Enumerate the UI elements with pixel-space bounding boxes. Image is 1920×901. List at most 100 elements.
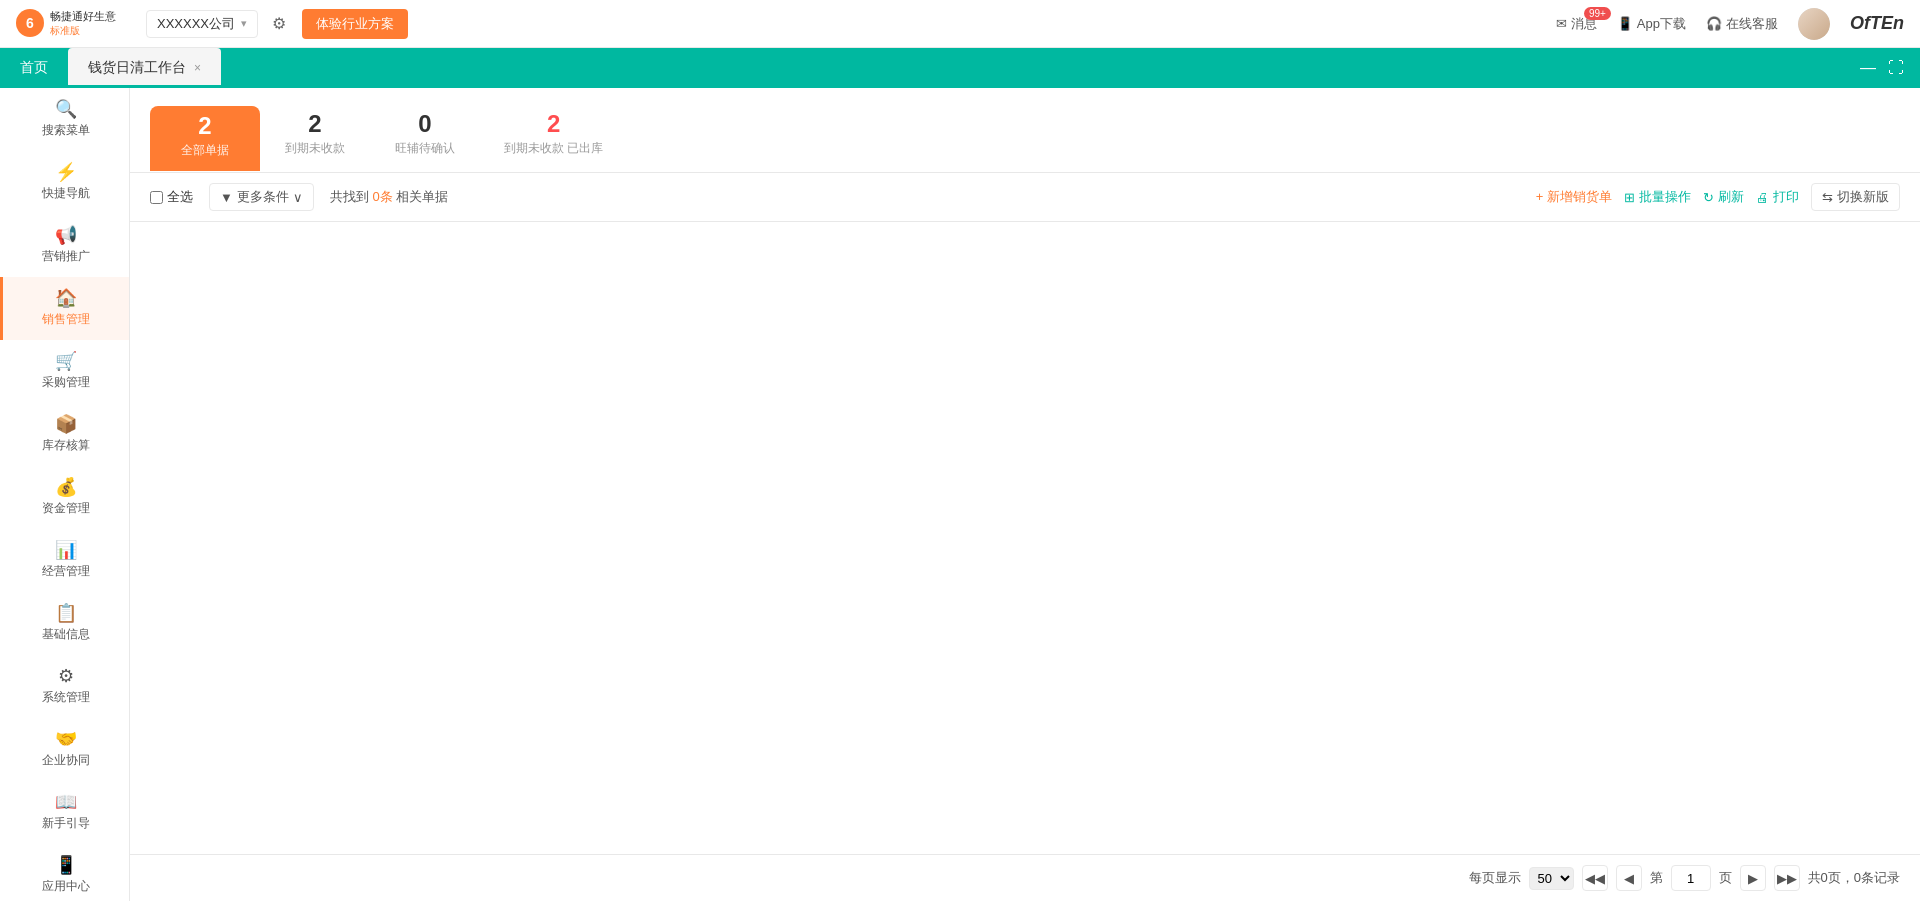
company-selector[interactable]: XXXXXX公司 ▾ [146,10,258,38]
quicknav-icon: ⚡ [55,163,77,181]
batch-operation-button[interactable]: ⊞ 批量操作 [1624,188,1691,206]
sidebar-item-basicinfo[interactable]: 📋 基础信息 [0,592,129,655]
stat-tab-overdue[interactable]: 2 到期未收款 [260,104,370,172]
trial-button[interactable]: 体验行业方案 [302,9,408,39]
per-page-select[interactable]: 50 [1529,867,1574,890]
page-suffix: 页 [1719,869,1732,887]
add-order-button[interactable]: + 新增销货单 [1536,188,1612,206]
maximize-btn[interactable]: ⛶ [1888,59,1904,77]
company-name: XXXXXX公司 [157,15,235,33]
online-service-btn[interactable]: 🎧 在线客服 [1706,15,1778,33]
sidebar-search-label: 搜索菜单 [42,122,90,139]
sidebar-quicknav-label: 快捷导航 [42,185,90,202]
sidebar-item-operations[interactable]: 📊 经营管理 [0,529,129,592]
sidebar-item-appstore[interactable]: 📱 应用中心 [0,844,129,901]
found-prefix: 共找到 [330,189,369,204]
tab-progress [68,85,221,88]
avatar[interactable] [1798,8,1830,40]
purchase-icon: 🛒 [55,352,77,370]
switch-icon: ⇆ [1822,190,1833,205]
sidebar-item-guide[interactable]: 📖 新手引导 [0,781,129,844]
sidebar: 🔍 搜索菜单 ⚡ 快捷导航 📢 营销推广 🏠 销售管理 🛒 采购管理 📦 库存核… [0,88,130,901]
system-icon: ⚙ [58,667,74,685]
message-badge: 99+ [1584,7,1611,20]
stat-all-number: 2 [198,114,211,138]
active-tab[interactable]: 钱货日清工作台 × [68,48,221,88]
stat-wangpu-number: 0 [418,112,431,136]
found-text: 共找到 0条 相关单据 [330,188,448,206]
table-area [130,222,1920,854]
select-all-label: 全选 [167,188,193,206]
refresh-button[interactable]: ↻ 刷新 [1703,188,1744,206]
top-header: 6 畅捷通好生意 标准版 XXXXXX公司 ▾ ⚙ 体验行业方案 ✉ 消息 99… [0,0,1920,48]
sidebar-item-sales[interactable]: 🏠 销售管理 [0,277,129,340]
message-btn[interactable]: ✉ 消息 99+ [1556,15,1597,33]
sidebar-finance-label: 资金管理 [42,500,90,517]
toolbar: 全选 ▼ 更多条件 ∨ 共找到 0条 相关单据 + 新增销货单 ⊞ 批量操作 [130,173,1920,222]
select-all-input[interactable] [150,191,163,204]
last-page-btn[interactable]: ▶▶ [1774,865,1800,891]
sidebar-sales-label: 销售管理 [42,311,90,328]
marketing-icon: 📢 [55,226,77,244]
next-page-btn[interactable]: ▶ [1740,865,1766,891]
prev-page-btn[interactable]: ◀ [1616,865,1642,891]
filter-button[interactable]: ▼ 更多条件 ∨ [209,183,314,211]
logo-icon: 6 [16,9,44,37]
page-prefix: 第 [1650,869,1663,887]
app-download-label: App下载 [1637,15,1686,33]
page-input[interactable] [1671,865,1711,891]
active-tab-label: 钱货日清工作台 [88,59,186,77]
stat-shipped-label: 到期未收款 已出库 [504,140,603,157]
first-page-btn[interactable]: ◀◀ [1582,865,1608,891]
refresh-icon: ↻ [1703,190,1714,205]
sidebar-system-label: 系统管理 [42,689,90,706]
stat-overdue-number: 2 [308,112,321,136]
search-icon: 🔍 [55,100,77,118]
tab-close-icon[interactable]: × [194,61,201,75]
logo-text-group: 畅捷通好生意 标准版 [50,9,116,37]
settings-icon[interactable]: ⚙ [268,10,290,37]
sidebar-item-inventory[interactable]: 📦 库存核算 [0,403,129,466]
inventory-icon: 📦 [55,415,77,433]
appstore-icon: 📱 [55,856,77,874]
sidebar-item-finance[interactable]: 💰 资金管理 [0,466,129,529]
switch-version-button[interactable]: ⇆ 切换新版 [1811,183,1900,211]
company-dropdown-arrow: ▾ [241,17,247,30]
operations-icon: 📊 [55,541,77,559]
minimize-btn[interactable]: — [1860,59,1876,77]
print-button[interactable]: 🖨 打印 [1756,188,1799,206]
stat-overdue-label: 到期未收款 [285,140,345,157]
sidebar-operations-label: 经营管理 [42,563,90,580]
sidebar-appstore-label: 应用中心 [42,878,90,895]
enterprise-icon: 🤝 [55,730,77,748]
stats-tabs: 2 全部单据 2 到期未收款 0 旺辅待确认 2 到期未收款 已出库 [130,88,1920,173]
filter-icon: ▼ [220,190,233,205]
stat-tab-shipped[interactable]: 2 到期未收款 已出库 [480,104,627,172]
logo-area: 6 畅捷通好生意 标准版 [16,9,146,37]
sidebar-item-marketing[interactable]: 📢 营销推广 [0,214,129,277]
sidebar-item-enterprise[interactable]: 🤝 企业协同 [0,718,129,781]
sales-icon: 🏠 [55,289,77,307]
batch-label: 批量操作 [1639,188,1691,206]
stat-tab-all[interactable]: 2 全部单据 [150,106,260,171]
home-tab-label: 首页 [20,59,48,77]
sidebar-item-search[interactable]: 🔍 搜索菜单 [0,88,129,151]
found-count: 0条 [373,189,393,204]
logo-badge: 标准版 [50,24,116,38]
select-all-checkbox[interactable]: 全选 [150,188,193,206]
total-label: 共0页，0条记录 [1808,869,1900,887]
sidebar-basicinfo-label: 基础信息 [42,626,90,643]
add-order-label: + 新增销货单 [1536,188,1612,206]
often-label: OfTEn [1850,13,1904,34]
sidebar-item-purchase[interactable]: 🛒 采购管理 [0,340,129,403]
sidebar-purchase-label: 采购管理 [42,374,90,391]
header-right: ✉ 消息 99+ 📱 App下载 🎧 在线客服 OfTEn [1556,8,1904,40]
sidebar-item-system[interactable]: ⚙ 系统管理 [0,655,129,718]
home-tab[interactable]: 首页 [0,48,68,88]
sidebar-item-quicknav[interactable]: ⚡ 快捷导航 [0,151,129,214]
stat-tab-wangpu[interactable]: 0 旺辅待确认 [370,104,480,172]
sidebar-enterprise-label: 企业协同 [42,752,90,769]
finance-icon: 💰 [55,478,77,496]
toolbar-right: + 新增销货单 ⊞ 批量操作 ↻ 刷新 🖨 打印 ⇆ 切换新版 [1536,183,1900,211]
app-download-btn[interactable]: 📱 App下载 [1617,15,1686,33]
